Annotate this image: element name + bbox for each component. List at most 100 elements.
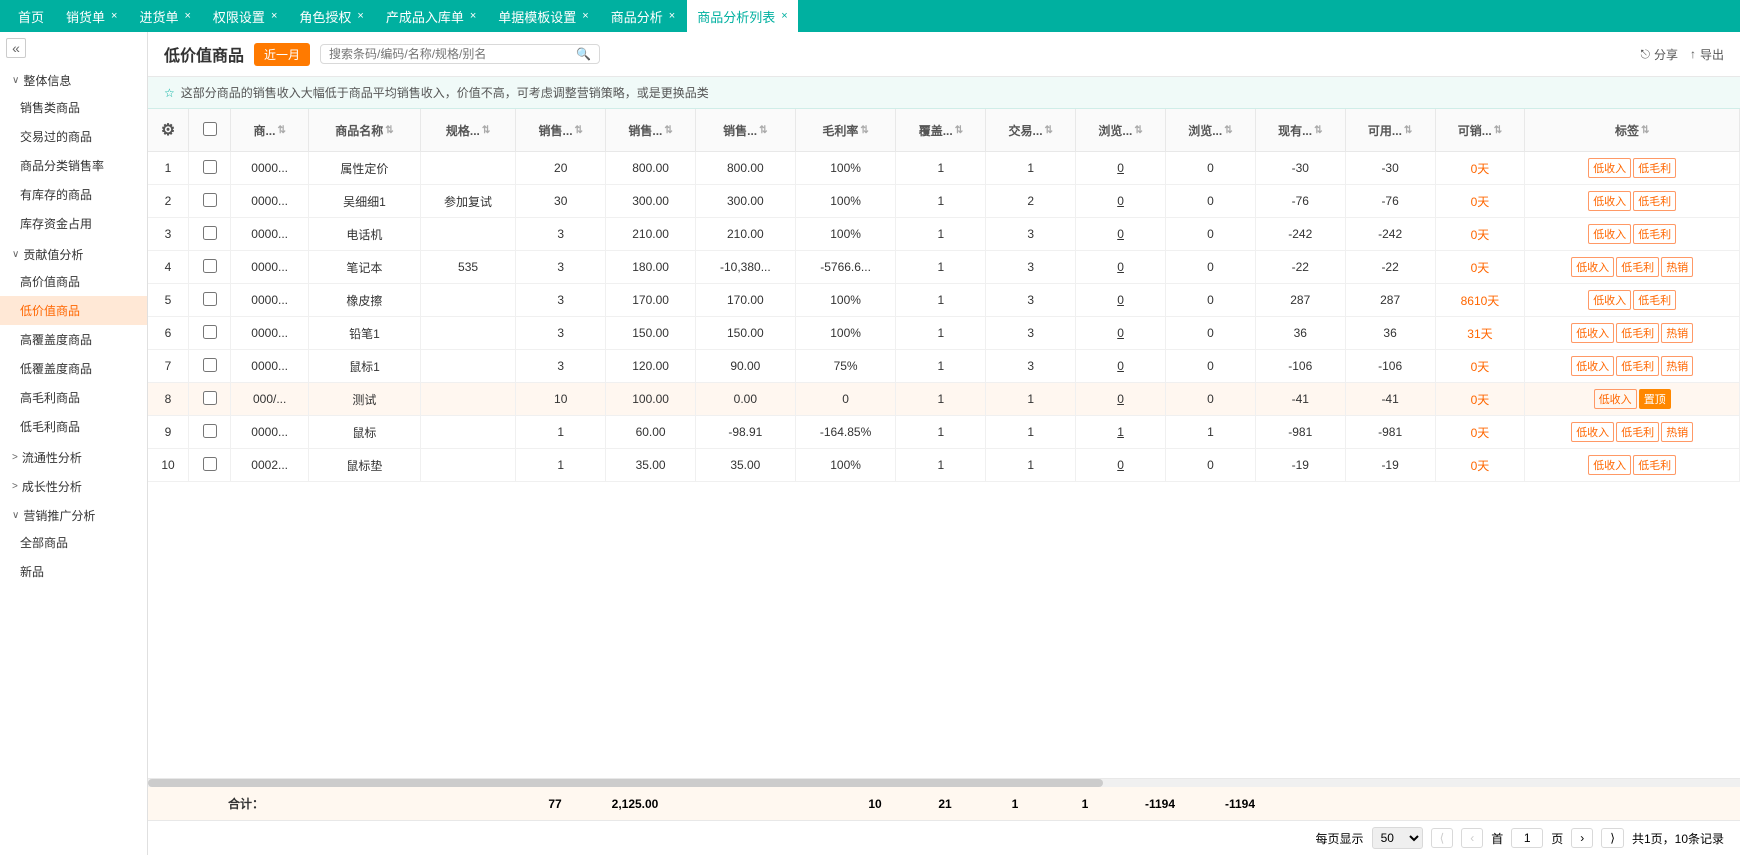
sidebar-item-销售类商品[interactable]: 销售类商品 [0,93,147,122]
sidebar-group-成长性分析[interactable]: >成长性分析 [0,470,147,499]
row-checkbox[interactable] [203,259,217,273]
nav-item-首页[interactable]: 首页 [8,0,54,32]
sidebar-item-低价值商品[interactable]: 低价值商品 [0,296,147,325]
sidebar-group-整体信息[interactable]: ∨整体信息 [0,64,147,93]
sort-icon-sale_price[interactable]: ⇅ [664,125,672,136]
browse1-link[interactable]: 0 [1117,194,1124,208]
row-checkbox[interactable] [203,325,217,339]
th-trade[interactable]: 交易...⇅ [986,109,1076,152]
close-icon[interactable]: × [669,10,675,22]
th-sale_price[interactable]: 销售...⇅ [606,109,696,152]
th-code[interactable]: 商...⇅ [231,109,309,152]
sort-icon-margin[interactable]: ⇅ [860,125,868,136]
nav-item-进货单[interactable]: 进货单× [129,0,200,32]
row-browse1[interactable]: 0 [1076,350,1166,383]
nav-item-商品分析列表[interactable]: 商品分析列表× [687,0,797,32]
filter-button[interactable]: 近一月 [254,43,310,66]
nav-item-单据模板设置[interactable]: 单据模板设置× [488,0,598,32]
row-checkbox[interactable] [203,193,217,207]
row-browse1[interactable]: 0 [1076,152,1166,185]
sort-icon-current_stock[interactable]: ⇅ [1314,125,1322,136]
row-checkbox[interactable] [203,358,217,372]
row-browse1[interactable]: 0 [1076,449,1166,482]
sort-icon-tags[interactable]: ⇅ [1641,125,1649,136]
sidebar-group-流通性分析[interactable]: >流通性分析 [0,441,147,470]
row-browse1[interactable]: 0 [1076,218,1166,251]
close-icon[interactable]: × [111,10,117,22]
th-spec[interactable]: 规格...⇅ [420,109,516,152]
row-checkbox[interactable] [203,292,217,306]
prev-page-button[interactable]: ‹ [1461,828,1483,848]
browse1-link[interactable]: 0 [1117,458,1124,472]
share-button[interactable]: ⎋ 分享 [1640,46,1678,63]
th-browse2[interactable]: 浏览...⇅ [1166,109,1256,152]
sidebar-item-高覆盖度商品[interactable]: 高覆盖度商品 [0,325,147,354]
th-current_stock[interactable]: 现有...⇅ [1255,109,1345,152]
search-input[interactable] [329,47,572,61]
sort-icon-name[interactable]: ⇅ [385,125,393,136]
nav-item-商品分析[interactable]: 商品分析× [601,0,685,32]
sidebar-item-商品分类销售率[interactable]: 商品分类销售率 [0,151,147,180]
row-checkbox[interactable] [203,391,217,405]
row-checkbox[interactable] [203,424,217,438]
browse1-link[interactable]: 0 [1117,161,1124,175]
collapse-sidebar-button[interactable]: « [6,38,26,58]
th-sale_amount[interactable]: 销售...⇅ [696,109,796,152]
row-browse1[interactable]: 0 [1076,383,1166,416]
row-checkbox[interactable] [203,160,217,174]
sidebar-item-交易过的商品[interactable]: 交易过的商品 [0,122,147,151]
browse1-link[interactable]: 0 [1117,227,1124,241]
sidebar-group-贡献值分析[interactable]: ∨贡献值分析 [0,238,147,267]
sidebar-item-新品[interactable]: 新品 [0,557,147,586]
sidebar-item-有库存的商品[interactable]: 有库存的商品 [0,180,147,209]
nav-item-产成品入库单[interactable]: 产成品入库单× [376,0,486,32]
sort-icon-sale_amount[interactable]: ⇅ [759,125,767,136]
row-browse1[interactable]: 0 [1076,284,1166,317]
close-icon[interactable]: × [271,10,277,22]
sidebar-item-库存资金占用[interactable]: 库存资金占用 [0,209,147,238]
browse1-link[interactable]: 0 [1117,293,1124,307]
browse1-link[interactable]: 0 [1117,326,1124,340]
browse1-link[interactable]: 1 [1117,425,1124,439]
next-page-button[interactable]: › [1571,828,1593,848]
page-number-input[interactable] [1511,828,1543,848]
nav-item-权限设置[interactable]: 权限设置× [203,0,287,32]
close-icon[interactable]: × [582,10,588,22]
th-tags[interactable]: 标签⇅ [1525,109,1740,152]
th-sellable[interactable]: 可销...⇅ [1435,109,1525,152]
sort-icon-available[interactable]: ⇅ [1404,125,1412,136]
nav-item-角色授权[interactable]: 角色授权× [289,0,373,32]
browse1-link[interactable]: 0 [1117,359,1124,373]
sort-icon-sale_qty[interactable]: ⇅ [575,125,583,136]
row-browse1[interactable]: 0 [1076,185,1166,218]
th-margin[interactable]: 毛利率⇅ [795,109,896,152]
sort-icon-code[interactable]: ⇅ [277,125,285,136]
sidebar-item-低覆盖度商品[interactable]: 低覆盖度商品 [0,354,147,383]
sort-icon-coverage[interactable]: ⇅ [955,125,963,136]
sidebar-group-营销推广分析[interactable]: ∨营销推广分析 [0,499,147,528]
search-icon[interactable]: 🔍 [576,47,591,61]
sidebar-item-高毛利商品[interactable]: 高毛利商品 [0,383,147,412]
sort-icon-trade[interactable]: ⇅ [1045,125,1053,136]
close-icon[interactable]: × [781,10,787,22]
row-browse1[interactable]: 1 [1076,416,1166,449]
nav-item-销货单[interactable]: 销货单× [56,0,127,32]
last-page-button[interactable]: ⟩ [1601,828,1624,848]
th-coverage[interactable]: 覆盖...⇅ [896,109,986,152]
sort-icon-browse1[interactable]: ⇅ [1134,125,1142,136]
close-icon[interactable]: × [357,10,363,22]
select-all-checkbox[interactable] [203,122,217,136]
scroll-bar[interactable] [148,779,1740,787]
browse1-link[interactable]: 0 [1117,260,1124,274]
th-browse1[interactable]: 浏览...⇅ [1076,109,1166,152]
row-browse1[interactable]: 0 [1076,251,1166,284]
sidebar-item-低毛利商品[interactable]: 低毛利商品 [0,412,147,441]
row-browse1[interactable]: 0 [1076,317,1166,350]
sidebar-item-高价值商品[interactable]: 高价值商品 [0,267,147,296]
page-size-select[interactable]: 50 100 [1372,827,1423,849]
sort-icon-spec[interactable]: ⇅ [482,125,490,136]
first-page-button[interactable]: ⟨ [1431,828,1454,848]
browse1-link[interactable]: 0 [1117,392,1124,406]
close-icon[interactable]: × [184,10,190,22]
export-button[interactable]: ↑ 导出 [1690,46,1724,63]
